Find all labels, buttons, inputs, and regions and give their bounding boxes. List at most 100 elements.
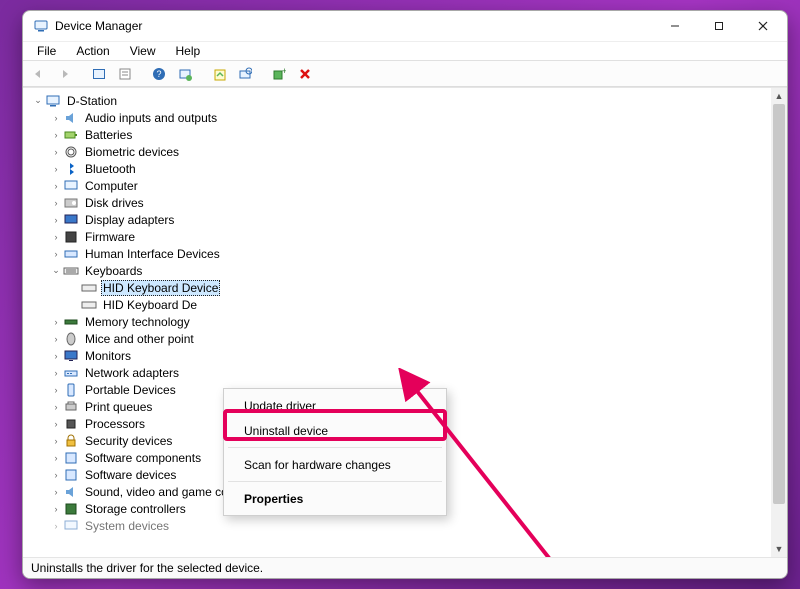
tree-category[interactable]: Mice and other point [31,330,787,347]
ctx-scan-hardware[interactable]: Scan for hardware changes [226,452,444,477]
add-legacy-button[interactable]: + [267,63,291,85]
sound-icon [63,484,79,500]
expand-icon[interactable] [49,470,63,480]
menu-view[interactable]: View [122,43,164,59]
menu-file[interactable]: File [29,43,64,59]
tree-category[interactable]: Display adapters [31,211,787,228]
expand-icon[interactable] [49,368,63,378]
minimize-button[interactable] [653,11,697,41]
tree-root-label: D-Station [65,94,119,108]
tree-label: Processors [83,417,147,431]
expand-icon[interactable] [31,95,45,106]
expand-icon[interactable] [49,198,63,208]
keyboard-icon [63,263,79,279]
back-button[interactable] [27,63,51,85]
menu-action[interactable]: Action [68,43,117,59]
scroll-up-icon[interactable]: ▲ [771,88,787,104]
expand-icon[interactable] [49,215,63,225]
expand-icon[interactable] [49,147,63,157]
ctx-update-driver[interactable]: Update driver [226,393,444,418]
statusbar-text: Uninstalls the driver for the selected d… [31,561,263,575]
tree-label: Firmware [83,230,137,244]
tree-label: Disk drives [83,196,146,210]
expand-icon[interactable] [49,334,63,344]
uninstall-button[interactable] [293,63,317,85]
tree-label: Display adapters [83,213,176,227]
network-icon [63,365,79,381]
tree-category[interactable]: Bluetooth [31,160,787,177]
ctx-uninstall-device[interactable]: Uninstall device [226,418,444,443]
expand-icon[interactable] [49,453,63,463]
portable-icon [63,382,79,398]
expand-icon[interactable] [49,317,63,327]
expand-icon[interactable] [49,385,63,395]
system-icon [63,518,79,534]
expand-icon[interactable] [49,130,63,140]
fingerprint-icon [63,144,79,160]
statusbar: Uninstalls the driver for the selected d… [23,558,787,578]
security-icon [63,433,79,449]
ctx-separator [228,447,442,448]
tree-category[interactable]: Disk drives [31,194,787,211]
memory-icon [63,314,79,330]
mouse-icon [63,331,79,347]
scrollbar[interactable]: ▲ ▼ [771,88,787,557]
tree-category[interactable]: Biometric devices [31,143,787,160]
close-button[interactable] [741,11,785,41]
expand-icon[interactable] [49,265,63,276]
tree-device-selected[interactable]: HID Keyboard Device [31,279,787,296]
expand-icon[interactable] [49,521,63,531]
expand-icon[interactable] [49,504,63,514]
expand-icon[interactable] [49,487,63,497]
tree-label: Security devices [83,434,174,448]
forward-button[interactable] [53,63,77,85]
expand-icon[interactable] [49,164,63,174]
help-button[interactable]: ? [147,63,171,85]
tree-category[interactable]: Human Interface Devices [31,245,787,262]
expand-icon[interactable] [49,402,63,412]
tree-label: Audio inputs and outputs [83,111,219,125]
tree-category[interactable]: Computer [31,177,787,194]
expand-icon[interactable] [49,232,63,242]
maximize-button[interactable] [697,11,741,41]
action-button[interactable] [173,63,197,85]
tree-category[interactable]: System devices [31,517,787,534]
tree-label: Network adapters [83,366,181,380]
tree-device[interactable]: HID Keyboard De [31,296,787,313]
svg-text:+: + [282,67,286,76]
tree-category[interactable]: Audio inputs and outputs [31,109,787,126]
scroll-thumb[interactable] [773,104,785,504]
expand-icon[interactable] [49,249,63,259]
tree-category[interactable]: Firmware [31,228,787,245]
update-driver-button[interactable] [207,63,231,85]
tree-label: Portable Devices [83,383,178,397]
device-manager-window: Device Manager File Action View Help ? + [22,10,788,579]
tree-category[interactable]: Network adapters [31,364,787,381]
tree-label: HID Keyboard De [101,298,199,312]
expand-icon[interactable] [49,113,63,123]
firmware-icon [63,229,79,245]
titlebar: Device Manager [23,11,787,41]
tree-label: HID Keyboard Device [101,280,220,296]
tree-category[interactable]: Batteries [31,126,787,143]
tree-category[interactable]: Monitors [31,347,787,364]
tree-label: Monitors [83,349,133,363]
ctx-separator [228,481,442,482]
properties-button[interactable] [113,63,137,85]
scroll-down-icon[interactable]: ▼ [771,541,787,557]
show-hide-console-button[interactable] [87,63,111,85]
expand-icon[interactable] [49,436,63,446]
tree-category-keyboards[interactable]: Keyboards [31,262,787,279]
menubar: File Action View Help [23,41,787,61]
expand-icon[interactable] [49,181,63,191]
expand-icon[interactable] [49,419,63,429]
monitor-icon [63,348,79,364]
tree-root[interactable]: D-Station [31,92,787,109]
scan-hardware-button[interactable] [233,63,257,85]
tree-label: Computer [83,179,140,193]
expand-icon[interactable] [49,351,63,361]
tree-category[interactable]: Memory technology [31,313,787,330]
menu-help[interactable]: Help [168,43,209,59]
ctx-properties[interactable]: Properties [226,486,444,511]
tree-label: Bluetooth [83,162,138,176]
